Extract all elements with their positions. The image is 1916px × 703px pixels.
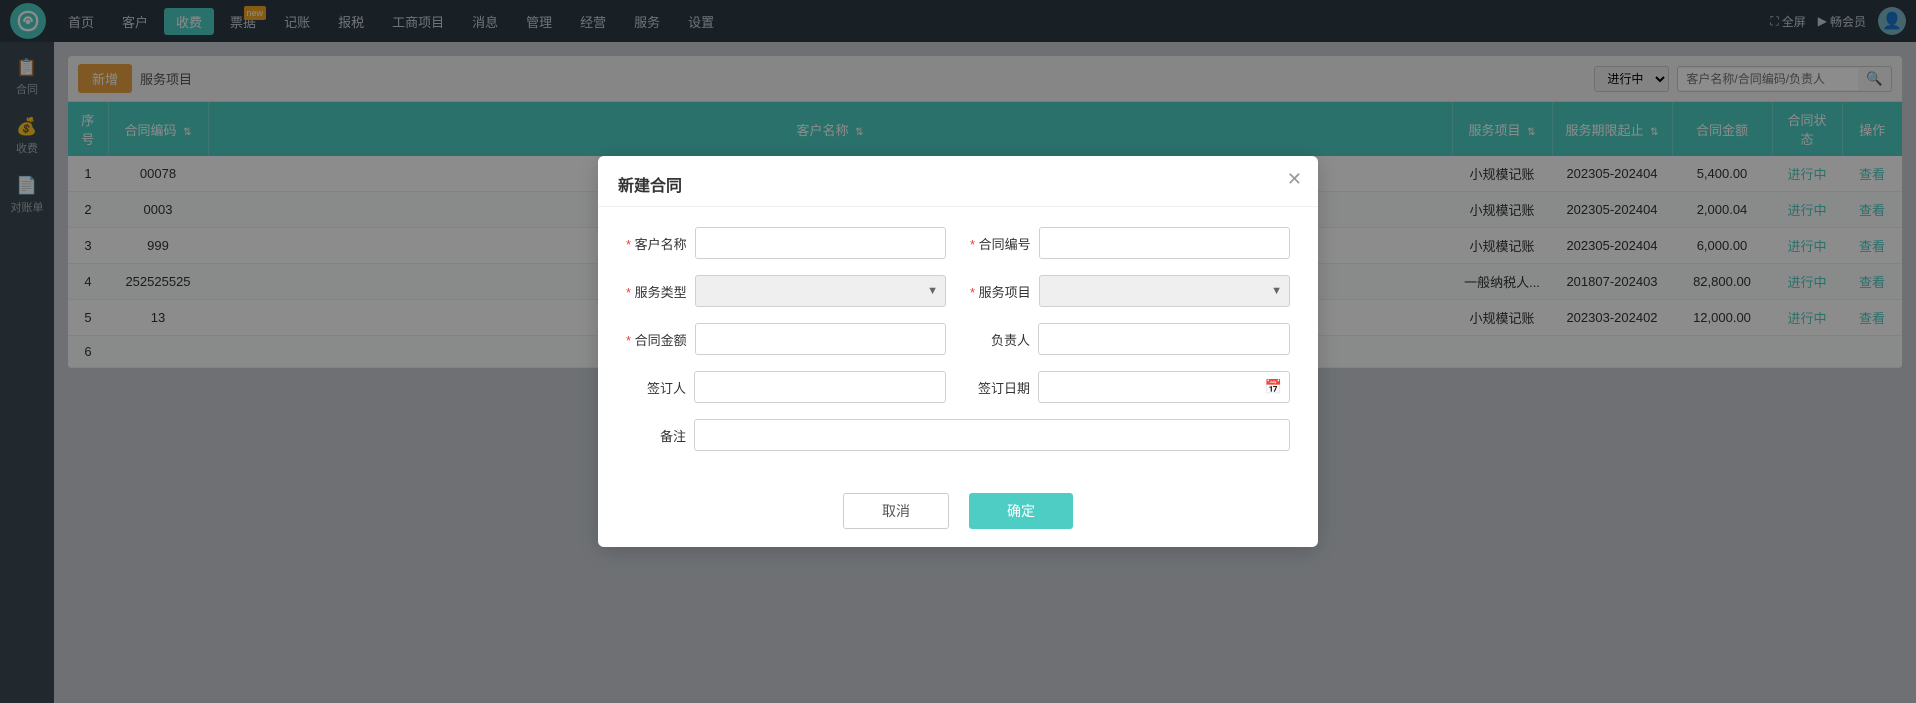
- form-row-3: 合同金额 0.00 负责人: [626, 323, 1290, 355]
- field-sign-date: 签订日期 2023-06-06 📅: [970, 371, 1290, 403]
- modal-footer: 取消 确定: [598, 483, 1318, 547]
- select-service-type[interactable]: [695, 275, 946, 307]
- field-service-type: 服务类型 ▼: [626, 275, 946, 307]
- field-service-item: 服务项目 ▼: [970, 275, 1290, 307]
- input-signer[interactable]: [694, 371, 946, 403]
- form-row-4: 签订人 签订日期 2023-06-06 📅: [626, 371, 1290, 403]
- modal-overlay[interactable]: 新建合同 ✕ 客户名称 合同编号 服务类型: [0, 0, 1916, 703]
- field-amount: 合同金额 0.00: [626, 323, 946, 355]
- cancel-button[interactable]: 取消: [843, 493, 949, 529]
- input-customer-name[interactable]: [695, 227, 946, 259]
- form-row-2: 服务类型 ▼ 服务项目 ▼: [626, 275, 1290, 307]
- label-sign-date: 签订日期: [970, 378, 1030, 397]
- form-row-5: 备注: [626, 419, 1290, 451]
- modal-title: 新建合同: [618, 178, 682, 195]
- form-row-1: 客户名称 合同编号: [626, 227, 1290, 259]
- field-contract-code: 合同编号: [970, 227, 1290, 259]
- field-remark: 备注: [626, 419, 1290, 451]
- field-responsible: 负责人: [970, 323, 1290, 355]
- modal-close-button[interactable]: ✕: [1287, 170, 1302, 188]
- input-contract-code[interactable]: [1039, 227, 1290, 259]
- modal-body: 客户名称 合同编号 服务类型 ▼ 服务项目: [598, 207, 1318, 483]
- service-item-wrap: ▼: [1039, 275, 1290, 307]
- field-customer-name: 客户名称: [626, 227, 946, 259]
- label-service-type: 服务类型: [626, 282, 687, 301]
- input-amount[interactable]: 0.00: [695, 323, 946, 355]
- field-signer: 签订人: [626, 371, 946, 403]
- label-responsible: 负责人: [970, 330, 1030, 349]
- label-contract-code: 合同编号: [970, 234, 1031, 253]
- modal-header: 新建合同 ✕: [598, 156, 1318, 207]
- service-type-wrap: ▼: [695, 275, 946, 307]
- label-service-item: 服务项目: [970, 282, 1031, 301]
- label-amount: 合同金额: [626, 330, 687, 349]
- input-responsible[interactable]: [1038, 323, 1290, 355]
- modal-dialog: 新建合同 ✕ 客户名称 合同编号 服务类型: [598, 156, 1318, 547]
- calendar-icon[interactable]: 📅: [1265, 379, 1282, 396]
- date-wrap: 2023-06-06 📅: [1038, 371, 1290, 403]
- label-customer-name: 客户名称: [626, 234, 687, 253]
- input-sign-date[interactable]: 2023-06-06: [1038, 371, 1290, 403]
- input-remark[interactable]: [694, 419, 1290, 451]
- confirm-button[interactable]: 确定: [969, 493, 1073, 529]
- select-service-item[interactable]: [1039, 275, 1290, 307]
- label-signer: 签订人: [626, 378, 686, 397]
- label-remark: 备注: [626, 426, 686, 445]
